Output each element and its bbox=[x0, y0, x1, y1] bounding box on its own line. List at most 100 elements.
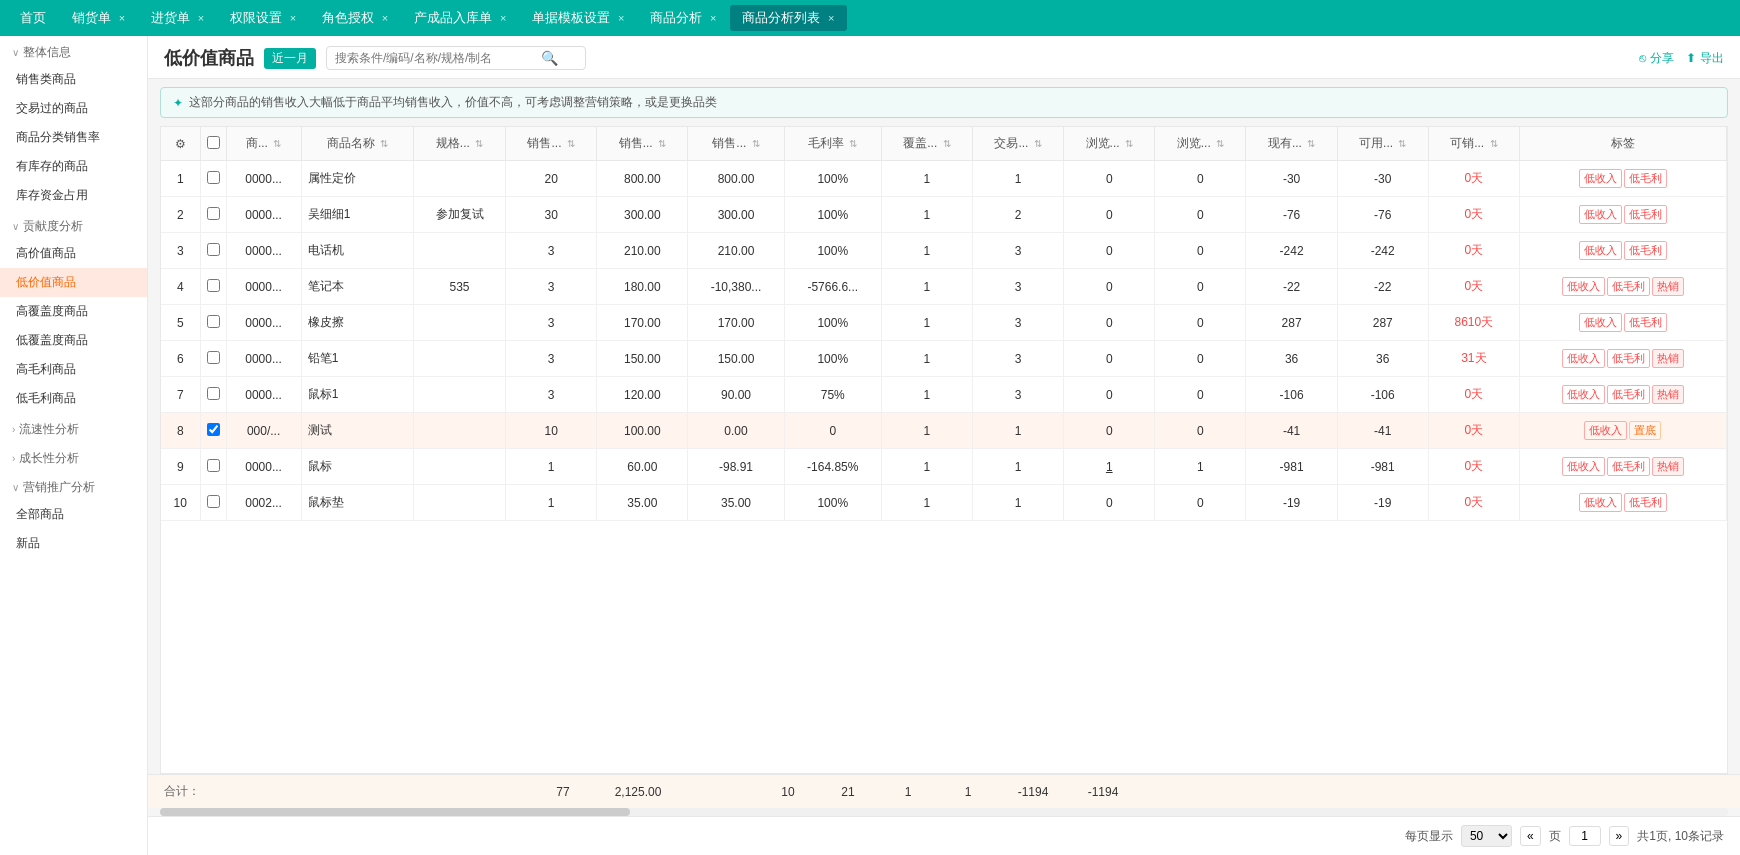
export-button[interactable]: ⬆ 导出 bbox=[1686, 50, 1724, 67]
row-checkbox[interactable] bbox=[207, 387, 220, 400]
nav-home[interactable]: 首页 bbox=[8, 5, 58, 31]
close-icon[interactable]: × bbox=[500, 12, 506, 24]
row-col9: -19 bbox=[1246, 485, 1337, 521]
row-col2: 180.00 bbox=[597, 269, 688, 305]
row-checkbox[interactable] bbox=[207, 423, 220, 436]
sidebar-item-high-value[interactable]: 高价值商品 bbox=[0, 239, 147, 268]
search-input[interactable] bbox=[335, 51, 535, 65]
sidebar-item-high-coverage[interactable]: 高覆盖度商品 bbox=[0, 297, 147, 326]
close-icon[interactable]: × bbox=[119, 12, 125, 24]
row-checkbox[interactable] bbox=[207, 279, 220, 292]
nav-purchase-order[interactable]: 进货单 × bbox=[139, 5, 216, 31]
sidebar-item-low-coverage[interactable]: 低覆盖度商品 bbox=[0, 326, 147, 355]
search-icon[interactable]: 🔍 bbox=[541, 50, 558, 66]
sidebar-item-all-products[interactable]: 全部商品 bbox=[0, 500, 147, 529]
row-col2: 800.00 bbox=[597, 161, 688, 197]
close-icon[interactable]: × bbox=[290, 12, 296, 24]
page-size-select[interactable]: 50 100 200 bbox=[1461, 825, 1512, 847]
row-checkbox[interactable] bbox=[207, 495, 220, 508]
nav-product-inbound[interactable]: 产成品入库单 × bbox=[402, 5, 518, 31]
row-checkbox[interactable] bbox=[207, 243, 220, 256]
row-checkbox[interactable] bbox=[207, 351, 220, 364]
sidebar-item-low-margin[interactable]: 低毛利商品 bbox=[0, 384, 147, 413]
col-code[interactable]: 商... ⇅ bbox=[226, 127, 301, 161]
nav-permission[interactable]: 权限设置 × bbox=[218, 5, 308, 31]
row-checkbox[interactable] bbox=[207, 207, 220, 220]
col-spec[interactable]: 规格... ⇅ bbox=[413, 127, 505, 161]
period-button[interactable]: 近一月 bbox=[264, 48, 316, 69]
sidebar-group-contribution[interactable]: ∨ 贡献度分析 bbox=[0, 210, 147, 239]
col-settings[interactable]: ⚙ bbox=[161, 127, 200, 161]
sidebar-item-stock-products[interactable]: 有库存的商品 bbox=[0, 152, 147, 181]
views-link[interactable]: 1 bbox=[1106, 460, 1113, 474]
sidebar-group-growth[interactable]: › 成长性分析 bbox=[0, 442, 147, 471]
col-stock[interactable]: 现有... ⇅ bbox=[1246, 127, 1337, 161]
col-sales2[interactable]: 销售... ⇅ bbox=[597, 127, 688, 161]
row-checkbox[interactable] bbox=[207, 315, 220, 328]
tag-label: 低毛利 bbox=[1607, 385, 1650, 404]
nav-product-analysis-list[interactable]: 商品分析列表 × bbox=[730, 5, 846, 31]
col-name[interactable]: 商品名称 ⇅ bbox=[301, 127, 413, 161]
col-coverage[interactable]: 覆盖... ⇅ bbox=[881, 127, 972, 161]
sidebar-item-traded-products[interactable]: 交易过的商品 bbox=[0, 94, 147, 123]
views-link: 0 bbox=[1106, 208, 1113, 222]
col-views2[interactable]: 浏览... ⇅ bbox=[1155, 127, 1246, 161]
table-row: 5 0000... 橡皮擦 3 170.00 170.00 100% 1 3 0… bbox=[161, 305, 1727, 341]
tag-label: 低毛利 bbox=[1607, 457, 1650, 476]
data-table: ⚙ 商... ⇅ 商品名称 ⇅ 规格... ⇅ 销售... ⇅ 销售... ⇅ … bbox=[161, 127, 1727, 521]
sidebar-item-category-rate[interactable]: 商品分类销售率 bbox=[0, 123, 147, 152]
col-sellable[interactable]: 可销... ⇅ bbox=[1428, 127, 1519, 161]
sort-icon: ⇅ bbox=[1398, 138, 1406, 149]
col-margin[interactable]: 毛利率 ⇅ bbox=[784, 127, 881, 161]
row-spec bbox=[413, 161, 505, 197]
sidebar-item-inventory-fund[interactable]: 库存资金占用 bbox=[0, 181, 147, 210]
row-col9: -30 bbox=[1246, 161, 1337, 197]
close-icon[interactable]: × bbox=[618, 12, 624, 24]
horizontal-scrollbar[interactable] bbox=[160, 808, 1728, 816]
page-title: 低价值商品 bbox=[164, 46, 254, 70]
row-col2: 60.00 bbox=[597, 449, 688, 485]
first-page-button[interactable]: « bbox=[1520, 826, 1541, 846]
views-link: 0 bbox=[1106, 388, 1113, 402]
row-days: 0天 bbox=[1428, 197, 1519, 233]
sidebar-group-marketing[interactable]: ∨ 营销推广分析 bbox=[0, 471, 147, 500]
sidebar-group-velocity[interactable]: › 流速性分析 bbox=[0, 413, 147, 442]
nav-role-auth[interactable]: 角色授权 × bbox=[310, 5, 400, 31]
nav-sales-order[interactable]: 销货单 × bbox=[60, 5, 137, 31]
close-icon[interactable]: × bbox=[198, 12, 204, 24]
tag-hot: 热销 bbox=[1652, 277, 1684, 296]
scrollbar-thumb[interactable] bbox=[160, 808, 630, 816]
sidebar-item-new-products[interactable]: 新品 bbox=[0, 529, 147, 558]
nav-product-analysis[interactable]: 商品分析 × bbox=[638, 5, 728, 31]
row-code: 0000... bbox=[226, 341, 301, 377]
next-page-button[interactable]: » bbox=[1609, 826, 1630, 846]
sidebar-item-high-margin[interactable]: 高毛利商品 bbox=[0, 355, 147, 384]
sidebar-item-low-value[interactable]: 低价值商品 bbox=[0, 268, 147, 297]
row-checkbox[interactable] bbox=[207, 171, 220, 184]
col-available[interactable]: 可用... ⇅ bbox=[1337, 127, 1428, 161]
row-checkbox[interactable] bbox=[207, 459, 220, 472]
col-sales1[interactable]: 销售... ⇅ bbox=[506, 127, 597, 161]
select-all-checkbox[interactable] bbox=[207, 136, 220, 149]
close-icon[interactable]: × bbox=[828, 12, 834, 24]
row-col8: 0 bbox=[1155, 413, 1246, 449]
close-icon[interactable]: × bbox=[710, 12, 716, 24]
sort-icon: ⇅ bbox=[1034, 138, 1042, 149]
data-table-container[interactable]: ⚙ 商... ⇅ 商品名称 ⇅ 规格... ⇅ 销售... ⇅ 销售... ⇅ … bbox=[160, 126, 1728, 774]
col-views1[interactable]: 浏览... ⇅ bbox=[1064, 127, 1155, 161]
row-checkbox-cell bbox=[200, 161, 226, 197]
row-col2: 120.00 bbox=[597, 377, 688, 413]
col-sales3[interactable]: 销售... ⇅ bbox=[688, 127, 784, 161]
row-name: 鼠标1 bbox=[301, 377, 413, 413]
sidebar-group-overall[interactable]: ∨ 整体信息 bbox=[0, 36, 147, 65]
tag-bottom: 置底 bbox=[1629, 421, 1661, 440]
nav-template-settings[interactable]: 单据模板设置 × bbox=[520, 5, 636, 31]
share-button[interactable]: ⎋ 分享 bbox=[1639, 50, 1674, 67]
row-col1: 3 bbox=[506, 305, 597, 341]
close-icon[interactable]: × bbox=[382, 12, 388, 24]
row-col2: 150.00 bbox=[597, 341, 688, 377]
page-number-input[interactable] bbox=[1569, 826, 1601, 846]
tag-label: 低毛利 bbox=[1624, 169, 1667, 188]
col-transactions[interactable]: 交易... ⇅ bbox=[973, 127, 1064, 161]
sidebar-item-sales-products[interactable]: 销售类商品 bbox=[0, 65, 147, 94]
